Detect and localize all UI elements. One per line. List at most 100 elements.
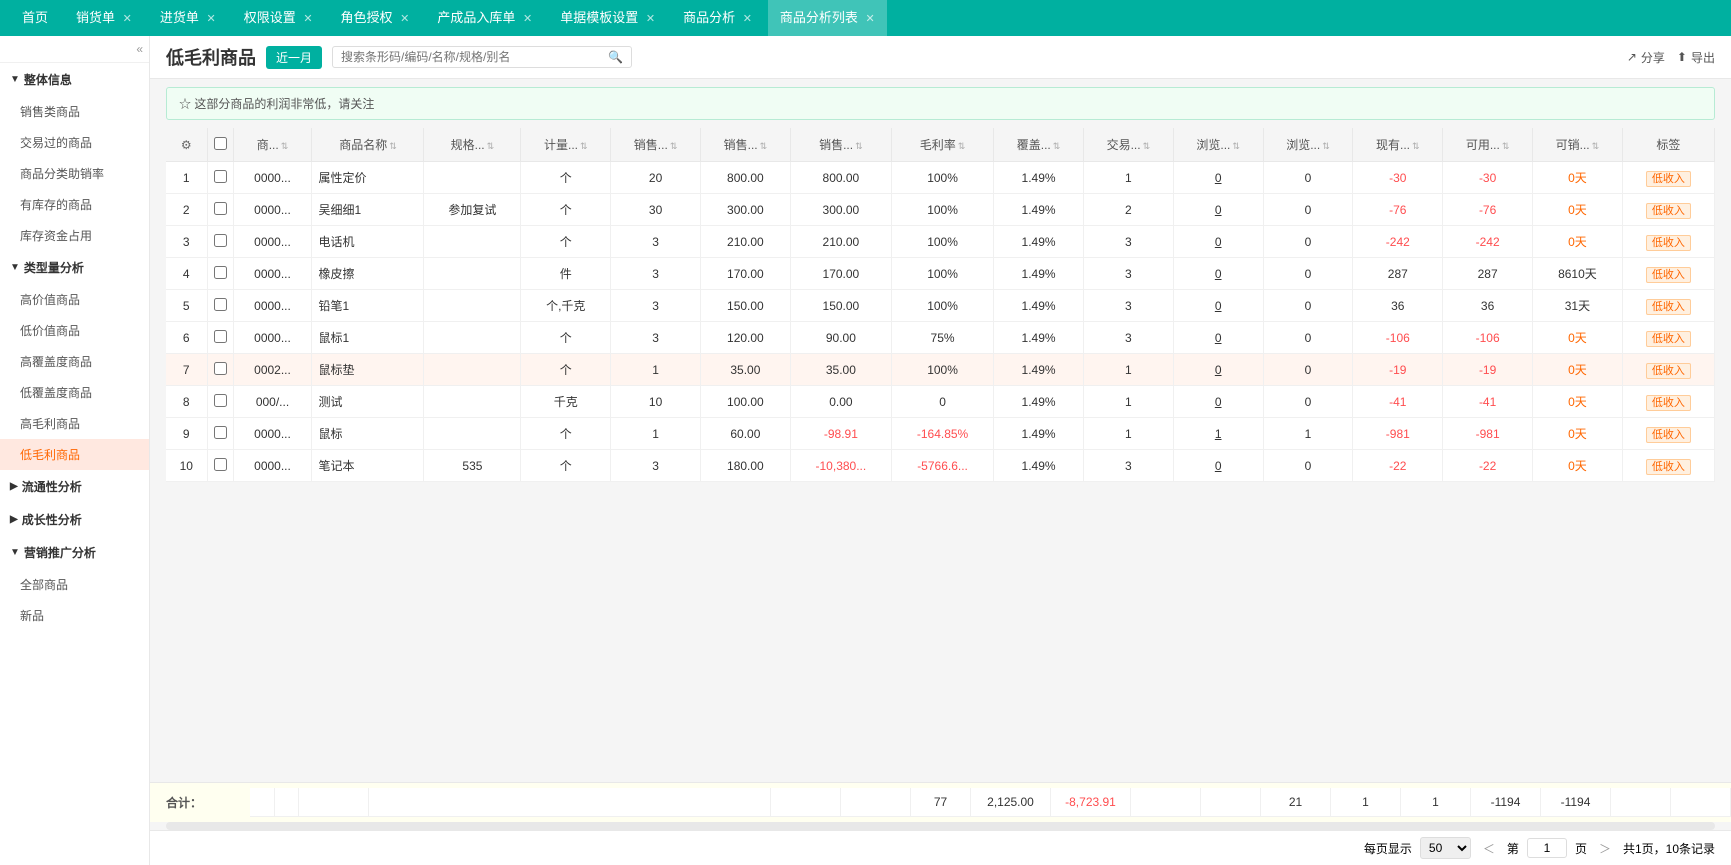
sidebar-item-new-goods[interactable]: 新品 <box>0 600 149 631</box>
sidebar-item-low-margin[interactable]: 低毛利商品 <box>0 439 149 470</box>
cell-browse1[interactable]: 0 <box>1173 450 1263 482</box>
search-icon[interactable]: 🔍 <box>608 50 623 64</box>
close-sales-icon[interactable]: ✕ <box>123 13 132 25</box>
period-button[interactable]: 近一月 <box>266 46 322 69</box>
nav-roles[interactable]: 角色授权 ✕ <box>329 0 422 36</box>
close-analysis-icon[interactable]: ✕ <box>743 13 752 25</box>
cell-browse1[interactable]: 0 <box>1173 162 1263 194</box>
prev-page-btn[interactable]: ＜ <box>1479 840 1499 857</box>
sidebar-item-traded-goods[interactable]: 交易过的商品 <box>0 127 149 158</box>
sidebar-item-low-value[interactable]: 低价值商品 <box>0 315 149 346</box>
row-checkbox[interactable] <box>214 170 227 183</box>
col-settings[interactable]: ⚙ <box>166 128 207 162</box>
sidebar-item-in-stock[interactable]: 有库存的商品 <box>0 189 149 220</box>
sidebar-item-low-coverage[interactable]: 低覆盖度商品 <box>0 377 149 408</box>
nav-permissions[interactable]: 权限设置 ✕ <box>232 0 325 36</box>
row-checkbox[interactable] <box>214 202 227 215</box>
row-checkbox[interactable] <box>214 298 227 311</box>
cell-browse1[interactable]: 0 <box>1173 226 1263 258</box>
cell-checkbox[interactable] <box>207 450 233 482</box>
row-checkbox[interactable] <box>214 458 227 471</box>
cell-checkbox[interactable] <box>207 162 233 194</box>
cell-browse1[interactable]: 0 <box>1173 290 1263 322</box>
page-input[interactable] <box>1527 838 1567 858</box>
settings-icon[interactable]: ⚙ <box>181 138 192 152</box>
cell-checkbox[interactable] <box>207 226 233 258</box>
search-input[interactable] <box>341 50 608 64</box>
row-checkbox[interactable] <box>214 394 227 407</box>
sidebar-item-all-goods[interactable]: 全部商品 <box>0 569 149 600</box>
export-button[interactable]: ⬆ 导出 <box>1677 49 1715 66</box>
sidebar-item-high-coverage[interactable]: 高覆盖度商品 <box>0 346 149 377</box>
sidebar-group-growth[interactable]: ▶ 成长性分析 <box>0 503 149 536</box>
cell-name: 橡皮擦 <box>312 258 424 290</box>
cell-browse1[interactable]: 0 <box>1173 194 1263 226</box>
browse1-link[interactable]: 0 <box>1215 299 1222 313</box>
nav-analysis[interactable]: 商品分析 ✕ <box>671 0 764 36</box>
cell-browse1[interactable]: 1 <box>1173 418 1263 450</box>
close-purchase-icon[interactable]: ✕ <box>206 13 215 25</box>
table-container[interactable]: ⚙ 商...⇅ 商品名称⇅ 规格...⇅ 计量...⇅ 销售...⇅ 销售...… <box>150 128 1731 782</box>
browse1-link[interactable]: 0 <box>1215 267 1222 281</box>
cell-available: -41 <box>1443 386 1533 418</box>
close-roles-icon[interactable]: ✕ <box>400 13 409 25</box>
close-products-icon[interactable]: ✕ <box>523 13 532 25</box>
cell-checkbox[interactable] <box>207 418 233 450</box>
cell-code: 0000... <box>233 290 312 322</box>
sidebar-group-liquidity[interactable]: ▶ 流通性分析 <box>0 470 149 503</box>
cell-checkbox[interactable] <box>207 354 233 386</box>
sidebar-item-category-rate[interactable]: 商品分类助销率 <box>0 158 149 189</box>
next-page-btn[interactable]: ＞ <box>1595 840 1615 857</box>
cell-checkbox[interactable] <box>207 258 233 290</box>
select-all-checkbox[interactable] <box>214 137 227 150</box>
cell-checkbox[interactable] <box>207 386 233 418</box>
sidebar-collapse-btn[interactable]: « <box>0 36 149 63</box>
cell-saleable: 0天 <box>1533 194 1623 226</box>
cell-checkbox[interactable] <box>207 322 233 354</box>
close-templates-icon[interactable]: ✕ <box>646 13 655 25</box>
nav-analysis-list[interactable]: 商品分析列表 ✕ <box>768 0 887 36</box>
row-checkbox[interactable] <box>214 266 227 279</box>
sidebar-group-growth-label: 成长性分析 <box>22 511 82 528</box>
browse1-link[interactable]: 0 <box>1215 395 1222 409</box>
close-permissions-icon[interactable]: ✕ <box>303 13 312 25</box>
browse1-link[interactable]: 1 <box>1215 427 1222 441</box>
cell-checkbox[interactable] <box>207 290 233 322</box>
per-page-select[interactable]: 50 100 200 <box>1420 837 1471 859</box>
close-analysis-list-icon[interactable]: ✕ <box>866 13 875 25</box>
cell-browse1[interactable]: 0 <box>1173 386 1263 418</box>
sidebar-group-general[interactable]: ▼ 整体信息 <box>0 63 149 96</box>
nav-products[interactable]: 产成品入库单 ✕ <box>425 0 544 36</box>
sidebar-group-type[interactable]: ▼ 类型量分析 <box>0 251 149 284</box>
scrollbar[interactable] <box>166 822 1715 830</box>
browse1-link[interactable]: 0 <box>1215 203 1222 217</box>
cell-browse1[interactable]: 0 <box>1173 354 1263 386</box>
row-checkbox[interactable] <box>214 330 227 343</box>
browse1-link[interactable]: 0 <box>1215 459 1222 473</box>
nav-purchase[interactable]: 进货单 ✕ <box>148 0 228 36</box>
sidebar-group-marketing[interactable]: ▼ 营销推广分析 <box>0 536 149 569</box>
row-checkbox[interactable] <box>214 362 227 375</box>
cell-sales-amount: -10,380... <box>790 450 891 482</box>
nav-templates[interactable]: 单据模板设置 ✕ <box>548 0 667 36</box>
sidebar-item-high-margin[interactable]: 高毛利商品 <box>0 408 149 439</box>
sidebar-item-high-value[interactable]: 高价值商品 <box>0 284 149 315</box>
browse1-link[interactable]: 0 <box>1215 171 1222 185</box>
cell-no: 9 <box>166 418 207 450</box>
col-checkbox[interactable] <box>207 128 233 162</box>
browse1-link[interactable]: 0 <box>1215 235 1222 249</box>
nav-sales[interactable]: 销货单 ✕ <box>64 0 144 36</box>
share-button[interactable]: ↗ 分享 <box>1627 49 1665 66</box>
nav-home[interactable]: 首页 <box>10 0 60 36</box>
cell-browse1[interactable]: 0 <box>1173 258 1263 290</box>
sidebar-item-stock-capital[interactable]: 库存资金占用 <box>0 220 149 251</box>
sidebar-item-sales-goods[interactable]: 销售类商品 <box>0 96 149 127</box>
browse1-link[interactable]: 0 <box>1215 331 1222 345</box>
browse1-link[interactable]: 0 <box>1215 363 1222 377</box>
row-checkbox[interactable] <box>214 234 227 247</box>
cell-checkbox[interactable] <box>207 194 233 226</box>
cell-browse1[interactable]: 0 <box>1173 322 1263 354</box>
search-box[interactable]: 🔍 <box>332 46 632 68</box>
cell-tag: 低收入 <box>1622 226 1714 258</box>
row-checkbox[interactable] <box>214 426 227 439</box>
